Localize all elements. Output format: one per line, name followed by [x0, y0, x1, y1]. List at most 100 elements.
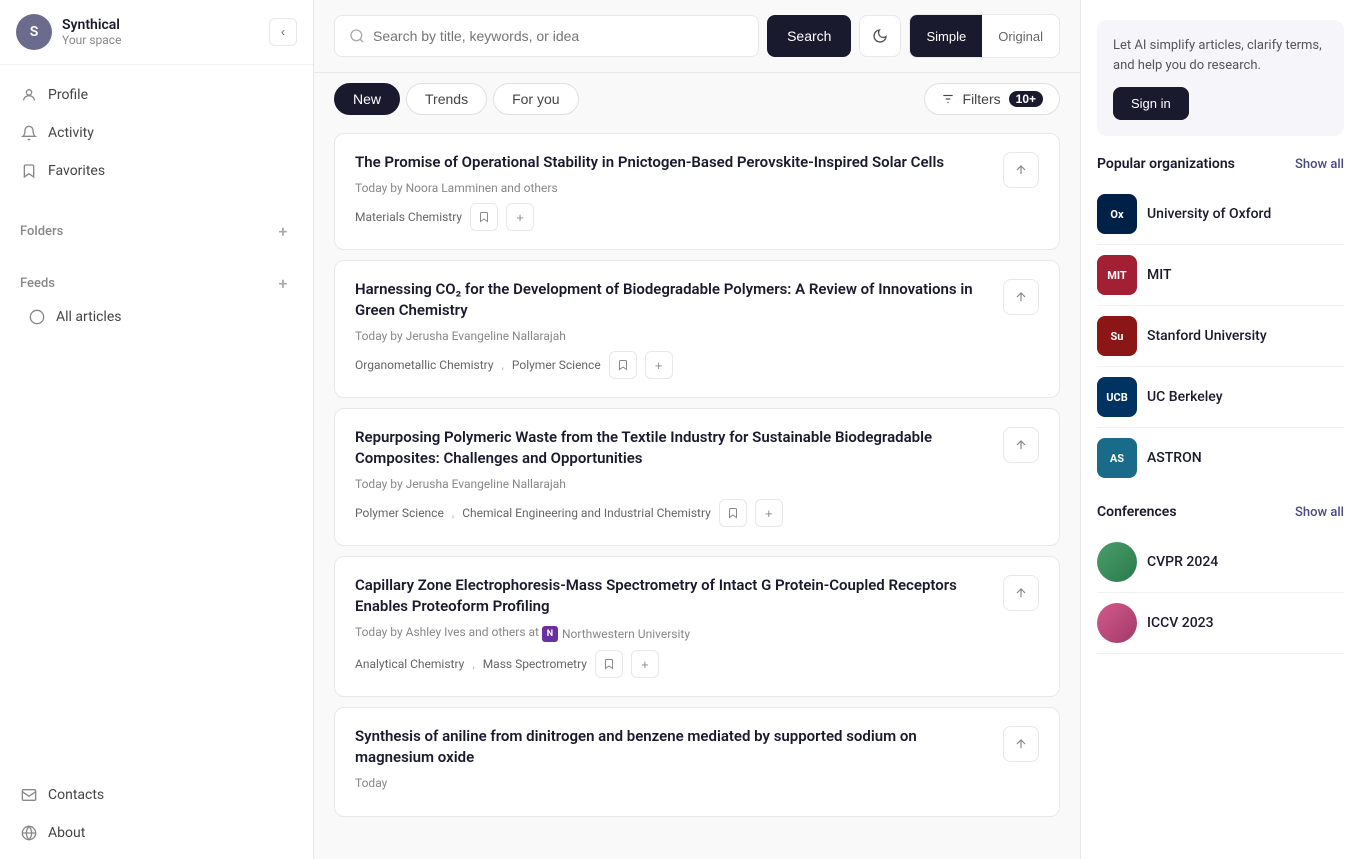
- article-tag[interactable]: Polymer Science: [512, 358, 601, 372]
- show-all-orgs-link[interactable]: Show all: [1295, 157, 1344, 172]
- search-button[interactable]: Search: [767, 15, 851, 57]
- popular-orgs-title: Popular organizations: [1097, 156, 1235, 172]
- search-input[interactable]: [373, 28, 744, 44]
- sidebar-header: S Synthical Your space ‹: [0, 0, 313, 65]
- conference-name: ICCV 2023: [1147, 615, 1214, 631]
- list-item[interactable]: MIT MIT: [1097, 245, 1344, 306]
- bookmark-button[interactable]: [719, 499, 747, 527]
- tab-trends[interactable]: Trends: [406, 83, 487, 115]
- sign-in-button[interactable]: Sign in: [1113, 87, 1189, 120]
- bookmark-button[interactable]: [470, 203, 498, 231]
- sidebar-footer: Contacts About: [0, 769, 313, 859]
- folders-add-icon[interactable]: +: [273, 221, 293, 241]
- article-title[interactable]: Repurposing Polymeric Waste from the Tex…: [355, 427, 991, 469]
- upvote-button[interactable]: [1003, 427, 1039, 463]
- sidebar-item-favorites[interactable]: Favorites: [8, 153, 305, 189]
- sidebar-user[interactable]: S Synthical Your space: [16, 14, 121, 50]
- article-content: Capillary Zone Electrophoresis-Mass Spec…: [355, 575, 991, 678]
- dark-mode-button[interactable]: [859, 15, 901, 57]
- article-title[interactable]: The Promise of Operational Stability in …: [355, 152, 991, 173]
- tab-for-you[interactable]: For you: [493, 83, 578, 115]
- contacts-icon: [20, 786, 38, 804]
- article-meta: Today: [355, 776, 991, 790]
- article-tag[interactable]: Analytical Chemistry: [355, 657, 464, 671]
- user-info: Synthical Your space: [62, 17, 121, 47]
- article-tag[interactable]: Mass Spectrometry: [483, 657, 587, 671]
- article-tags: Materials Chemistry +: [355, 203, 991, 231]
- conferences-title: Conferences: [1097, 504, 1177, 520]
- upvote-button[interactable]: [1003, 279, 1039, 315]
- table-row: Harnessing CO₂ for the Development of Bi…: [334, 260, 1060, 398]
- feeds-add-icon[interactable]: +: [273, 273, 293, 293]
- collapse-sidebar-button[interactable]: ‹: [269, 18, 297, 46]
- all-articles-item[interactable]: All articles: [16, 299, 297, 335]
- article-tag[interactable]: Organometallic Chemistry: [355, 358, 494, 372]
- tab-new[interactable]: New: [334, 83, 400, 115]
- article-tag[interactable]: Polymer Science: [355, 506, 444, 520]
- filters-badge: 10+: [1009, 91, 1043, 107]
- add-button[interactable]: +: [645, 351, 673, 379]
- add-button[interactable]: +: [631, 650, 659, 678]
- add-button[interactable]: +: [506, 203, 534, 231]
- sidebar-item-activity[interactable]: Activity: [8, 115, 305, 151]
- bookmark-button[interactable]: [595, 650, 623, 678]
- list-item[interactable]: ICCV 2023: [1097, 593, 1344, 654]
- sidebar-item-label-favorites: Favorites: [48, 163, 105, 179]
- university-badge: N Northwestern University: [542, 626, 690, 642]
- feeds-header[interactable]: Feeds +: [16, 267, 297, 299]
- table-row: Capillary Zone Electrophoresis-Mass Spec…: [334, 556, 1060, 697]
- university-name[interactable]: Northwestern University: [562, 627, 690, 641]
- list-item[interactable]: Ox University of Oxford: [1097, 184, 1344, 245]
- list-item[interactable]: CVPR 2024: [1097, 532, 1344, 593]
- activity-icon: [20, 124, 38, 142]
- upvote-button[interactable]: [1003, 575, 1039, 611]
- filters-label: Filters: [963, 91, 1001, 107]
- upvote-button[interactable]: [1003, 726, 1039, 762]
- popular-orgs-section: Popular organizations Show all Ox Univer…: [1097, 156, 1344, 488]
- list-item[interactable]: UCB UC Berkeley: [1097, 367, 1344, 428]
- article-meta: Today by Jerusha Evangeline Nallarajah: [355, 477, 991, 491]
- org-name: ASTRON: [1147, 450, 1202, 466]
- about-label: About: [48, 825, 85, 841]
- original-view-button[interactable]: Original: [982, 15, 1059, 57]
- article-tag[interactable]: Materials Chemistry: [355, 210, 462, 224]
- add-button[interactable]: +: [755, 499, 783, 527]
- right-sidebar: Let AI simplify articles, clarify terms,…: [1080, 0, 1360, 859]
- profile-icon: [20, 86, 38, 104]
- article-title[interactable]: Harnessing CO₂ for the Development of Bi…: [355, 279, 991, 321]
- article-tag[interactable]: Chemical Engineering and Industrial Chem…: [462, 506, 711, 520]
- article-title[interactable]: Synthesis of aniline from dinitrogen and…: [355, 726, 991, 768]
- folders-header[interactable]: Folders +: [16, 215, 297, 247]
- articles-list: The Promise of Operational Stability in …: [314, 125, 1080, 859]
- article-content: The Promise of Operational Stability in …: [355, 152, 991, 231]
- filters-icon: [941, 92, 955, 106]
- show-all-conferences-link[interactable]: Show all: [1295, 505, 1344, 520]
- article-tags: Polymer Science , Chemical Engineering a…: [355, 499, 991, 527]
- org-name: Stanford University: [1147, 328, 1267, 344]
- org-logo-oxford: Ox: [1097, 194, 1137, 234]
- all-articles-icon: [28, 308, 46, 326]
- simple-view-button[interactable]: Simple: [910, 15, 982, 57]
- sidebar-item-contacts[interactable]: Contacts: [8, 777, 305, 813]
- table-row: Repurposing Polymeric Waste from the Tex…: [334, 408, 1060, 546]
- ai-section: Let AI simplify articles, clarify terms,…: [1097, 20, 1344, 136]
- article-tags: Organometallic Chemistry , Polymer Scien…: [355, 351, 991, 379]
- tabs-bar: New Trends For you Filters 10+: [314, 73, 1080, 125]
- user-subtitle: Your space: [62, 33, 121, 47]
- article-content: Synthesis of aniline from dinitrogen and…: [355, 726, 991, 798]
- feeds-label: Feeds: [20, 276, 55, 291]
- folders-section: Folders +: [0, 207, 313, 255]
- article-title[interactable]: Capillary Zone Electrophoresis-Mass Spec…: [355, 575, 991, 617]
- table-row: Synthesis of aniline from dinitrogen and…: [334, 707, 1060, 817]
- article-tags: Analytical Chemistry , Mass Spectrometry…: [355, 650, 991, 678]
- bookmark-button[interactable]: [609, 351, 637, 379]
- filters-button[interactable]: Filters 10+: [924, 83, 1060, 115]
- university-icon: N: [542, 626, 558, 642]
- sidebar-item-about[interactable]: About: [8, 815, 305, 851]
- list-item[interactable]: AS ASTRON: [1097, 428, 1344, 488]
- ai-text: Let AI simplify articles, clarify terms,…: [1113, 36, 1328, 75]
- sidebar-item-profile[interactable]: Profile: [8, 77, 305, 113]
- conferences-header: Conferences Show all: [1097, 504, 1344, 520]
- upvote-button[interactable]: [1003, 152, 1039, 188]
- list-item[interactable]: Su Stanford University: [1097, 306, 1344, 367]
